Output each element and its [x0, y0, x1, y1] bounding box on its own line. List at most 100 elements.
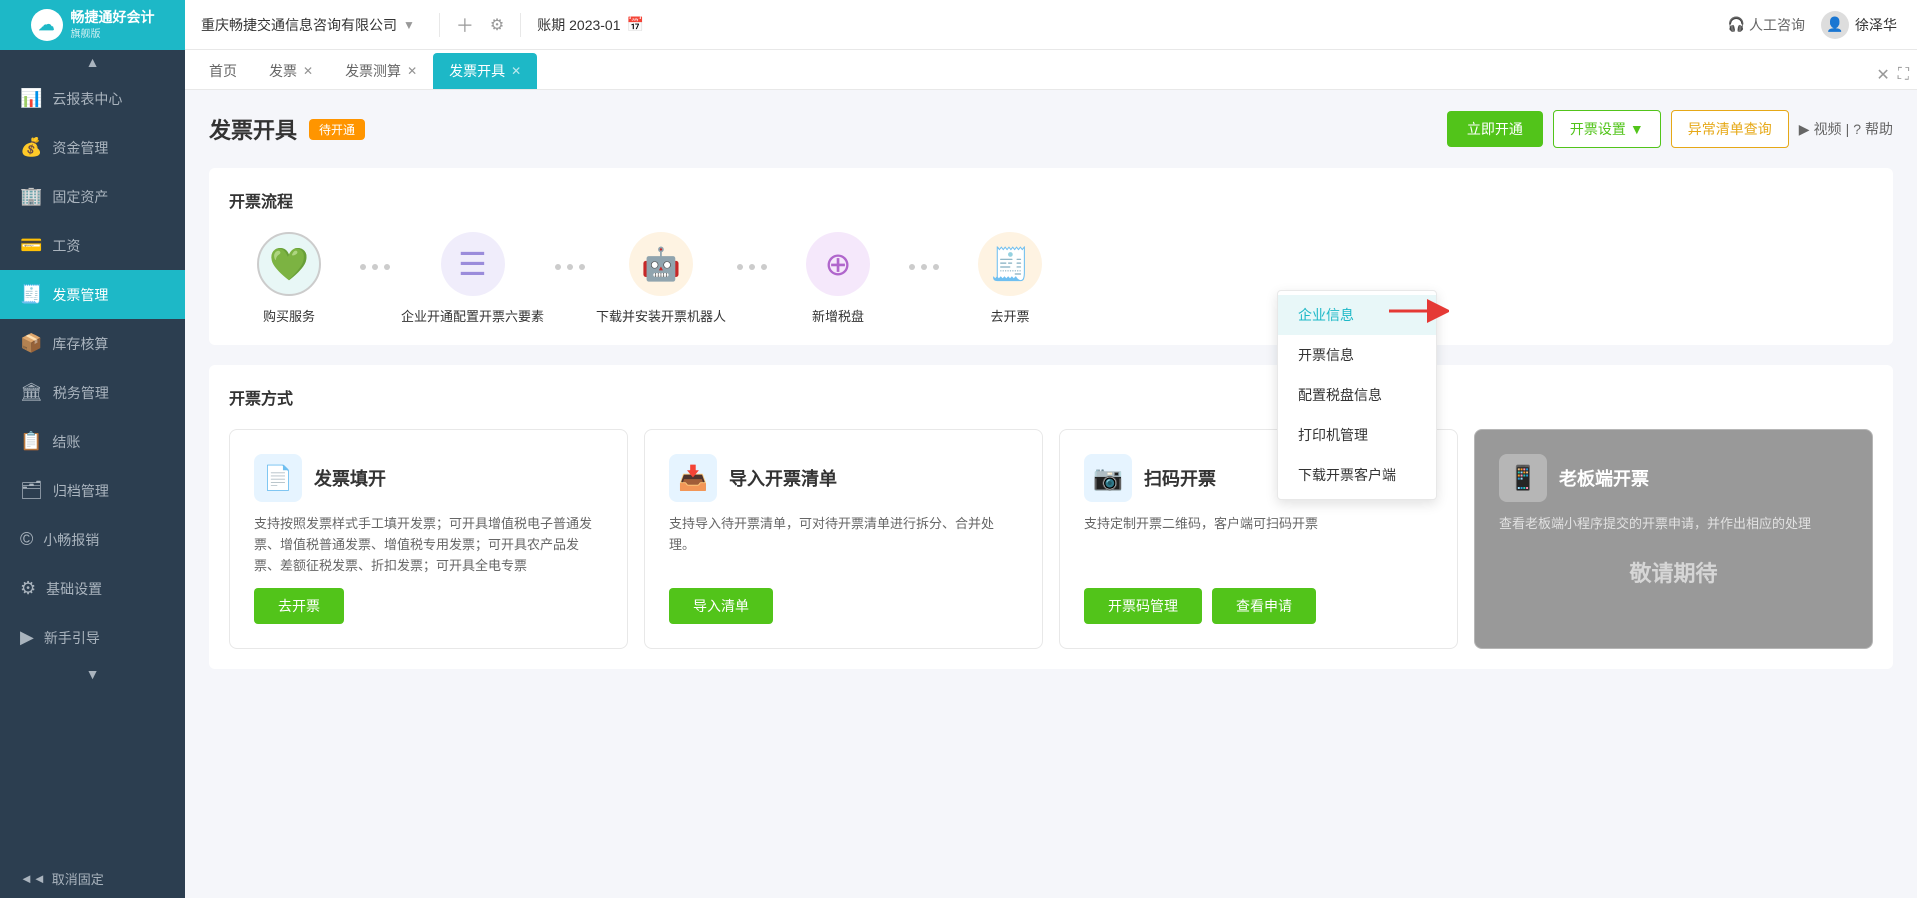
- sidebar-item-new-guide[interactable]: ▶ 新手引导: [0, 613, 185, 662]
- fixed-assets-icon: 🏢: [20, 186, 42, 207]
- cloud-icon: ☁: [39, 15, 55, 35]
- sidebar-item-cloud-report[interactable]: 📊 云报表中心: [0, 74, 185, 123]
- consult-label: 人工咨询: [1749, 15, 1805, 35]
- tab-invoice-test-label: 发票测算: [345, 61, 401, 81]
- tab-invoice[interactable]: 发票 ✕: [253, 53, 329, 89]
- page-title-row: 发票开具 待开通 立即开通 开票设置 ▼ 异常清单查询 ▶ 视频 | ? 帮助: [209, 110, 1893, 148]
- config-enterprise-icon: ☰: [458, 245, 487, 283]
- sidebar-item-invoice-mgmt[interactable]: 🧾 发票管理: [0, 270, 185, 319]
- sidebar-cancel-pin-label: 取消固定: [52, 869, 104, 888]
- sidebar-item-fund-mgmt[interactable]: 💰 资金管理: [0, 123, 185, 172]
- video-help-button[interactable]: ▶ 视频 | ? 帮助: [1799, 119, 1893, 139]
- sidebar-label-invoice: 发票管理: [52, 285, 108, 305]
- activate-button[interactable]: 立即开通: [1447, 111, 1543, 147]
- fill-invoice-header: 📄 发票填开: [254, 454, 603, 502]
- tab-invoice-open-label: 发票开具: [449, 61, 505, 81]
- sidebar-item-fixed-assets[interactable]: 🏢 固定资产: [0, 172, 185, 221]
- buy-service-label: 购买服务: [263, 306, 315, 325]
- connector-4: [898, 264, 950, 270]
- boss-invoice-overlay: 敬请期待: [1475, 556, 1872, 588]
- config-label: 企业开通配置开票六要素: [401, 306, 544, 325]
- sidebar-item-basic-settings[interactable]: ⚙ 基础设置: [0, 564, 185, 613]
- tab-invoice-test-close[interactable]: ✕: [407, 64, 417, 78]
- tab-close-button[interactable]: ✕: [1876, 65, 1889, 85]
- fill-invoice-button[interactable]: 去开票: [254, 588, 344, 624]
- sidebar-item-xiaochang[interactable]: © 小畅报销: [0, 515, 185, 564]
- tax-disk-icon: ⊕: [825, 245, 852, 283]
- view-apply-button[interactable]: 查看申请: [1212, 588, 1316, 624]
- sidebar-label-xiaochang: 小畅报销: [43, 530, 99, 550]
- qr-manage-button[interactable]: 开票码管理: [1084, 588, 1202, 624]
- abnormal-list-button[interactable]: 异常清单查询: [1671, 110, 1789, 148]
- add-company-button[interactable]: ＋: [448, 12, 482, 38]
- logo-area: ☁ 畅捷通好会计 旗舰版: [0, 0, 185, 50]
- tab-invoice-open[interactable]: 发票开具 ✕: [433, 53, 537, 89]
- tab-invoice-label: 发票: [269, 61, 297, 81]
- fund-icon: 💰: [20, 137, 42, 158]
- red-arrow-indicator: [1389, 296, 1449, 333]
- period-selector[interactable]: 账期 2023-01 📅: [529, 15, 652, 35]
- basic-settings-icon: ⚙: [20, 578, 36, 599]
- connector-1: [349, 264, 401, 270]
- sidebar-label-inventory: 库存核算: [52, 334, 108, 354]
- new-guide-icon: ▶: [20, 627, 34, 648]
- header-right: 🎧 人工咨询 👤 徐泽华: [1728, 11, 1917, 39]
- invoice-step-icon: 🧾: [990, 245, 1030, 283]
- pin-icon: ◄◄: [20, 871, 46, 886]
- flow-steps: 💚 购买服务 ☰ 企业开通配置开票六要素: [229, 232, 1873, 325]
- heart-icon: 💚: [269, 245, 309, 283]
- sidebar-label-tax: 税务管理: [53, 383, 109, 403]
- arrow-svg: [1389, 296, 1449, 326]
- video-label: 视频: [1814, 119, 1842, 139]
- user-menu[interactable]: 👤 徐泽华: [1821, 11, 1897, 39]
- logo-icon: ☁: [31, 9, 63, 41]
- invoice-flow-section: 开票流程 💚 购买服务: [209, 168, 1893, 345]
- sidebar-scroll-up[interactable]: ▲: [0, 50, 185, 74]
- sidebar-label-fund: 资金管理: [52, 138, 108, 158]
- divider-help: |: [1846, 121, 1850, 137]
- dropdown-item-printer-mgmt[interactable]: 打印机管理: [1278, 415, 1436, 455]
- sidebar-item-accounting[interactable]: 📋 结账: [0, 417, 185, 466]
- tab-invoice-open-close[interactable]: ✕: [511, 64, 521, 78]
- logo-text: 畅捷通好会计: [71, 9, 155, 26]
- sidebar-label-cloud-report: 云报表中心: [52, 89, 122, 109]
- import-list-desc: 支持导入待开票清单，可对待开票清单进行拆分、合并处理。: [669, 514, 1018, 576]
- sidebar-label-new-guide: 新手引导: [44, 628, 100, 648]
- dropdown-item-invoice-info[interactable]: 开票信息: [1278, 335, 1436, 375]
- flow-step-go-invoice: 🧾 去开票: [950, 232, 1070, 325]
- tab-invoice-test[interactable]: 发票测算 ✕: [329, 53, 433, 89]
- user-name: 徐泽华: [1855, 15, 1897, 35]
- page-title: 发票开具: [209, 113, 297, 145]
- sidebar-cancel-pin[interactable]: ◄◄ 取消固定: [0, 859, 185, 898]
- dropdown-item-download-client[interactable]: 下载开票客户端: [1278, 455, 1436, 495]
- sidebar-label-payroll: 工资: [52, 236, 80, 256]
- tab-invoice-close[interactable]: ✕: [303, 64, 313, 78]
- methods-section-title: 开票方式: [229, 385, 1873, 409]
- import-list-button[interactable]: 导入清单: [669, 588, 773, 624]
- method-card-import-list: 📥 导入开票清单 支持导入待开票清单，可对待开票清单进行拆分、合并处理。 导入清…: [644, 429, 1043, 649]
- scan-invoice-title: 扫码开票: [1144, 465, 1216, 491]
- company-selector[interactable]: 重庆畅捷交通信息咨询有限公司 ▼: [185, 15, 431, 35]
- sidebar-item-inventory[interactable]: 📦 库存核算: [0, 319, 185, 368]
- settings-icon[interactable]: ⚙: [482, 15, 512, 35]
- consult-button[interactable]: 🎧 人工咨询: [1728, 15, 1805, 35]
- sidebar-scroll-down[interactable]: ▼: [0, 662, 185, 686]
- sidebar-item-tax-mgmt[interactable]: 🏛 税务管理: [0, 368, 185, 417]
- tab-maximize-button[interactable]: ⛶: [1898, 66, 1909, 84]
- calendar-icon[interactable]: 📅: [627, 16, 644, 33]
- sidebar-item-payroll[interactable]: 💳 工资: [0, 221, 185, 270]
- user-avatar: 👤: [1821, 11, 1849, 39]
- inventory-icon: 📦: [20, 333, 42, 354]
- company-dropdown-arrow: ▼: [403, 18, 415, 32]
- flow-section-title: 开票流程: [229, 188, 1873, 212]
- import-list-btn-area: 导入清单: [669, 588, 1018, 624]
- period-value: 2023-01: [569, 17, 620, 33]
- method-card-boss-invoice: 📱 老板端开票 查看老板端小程序提交的开票申请，并作出相应的处理 敬请期待: [1474, 429, 1873, 649]
- page-content: 发票开具 待开通 立即开通 开票设置 ▼ 异常清单查询 ▶ 视频 | ? 帮助: [185, 90, 1917, 898]
- tab-home[interactable]: 首页: [193, 53, 253, 89]
- method-cards: 📄 发票填开 支持按照发票样式手工填开发票；可开具增值税电子普通发票、增值税普通…: [229, 429, 1873, 649]
- sidebar-item-archive-mgmt[interactable]: 🗂 归档管理: [0, 466, 185, 515]
- dropdown-item-config-tax[interactable]: 配置税盘信息: [1278, 375, 1436, 415]
- settings-button[interactable]: 开票设置 ▼: [1553, 110, 1661, 148]
- fill-invoice-desc: 支持按照发票样式手工填开发票；可开具增值税电子普通发票、增值税普通发票、增值税专…: [254, 514, 603, 576]
